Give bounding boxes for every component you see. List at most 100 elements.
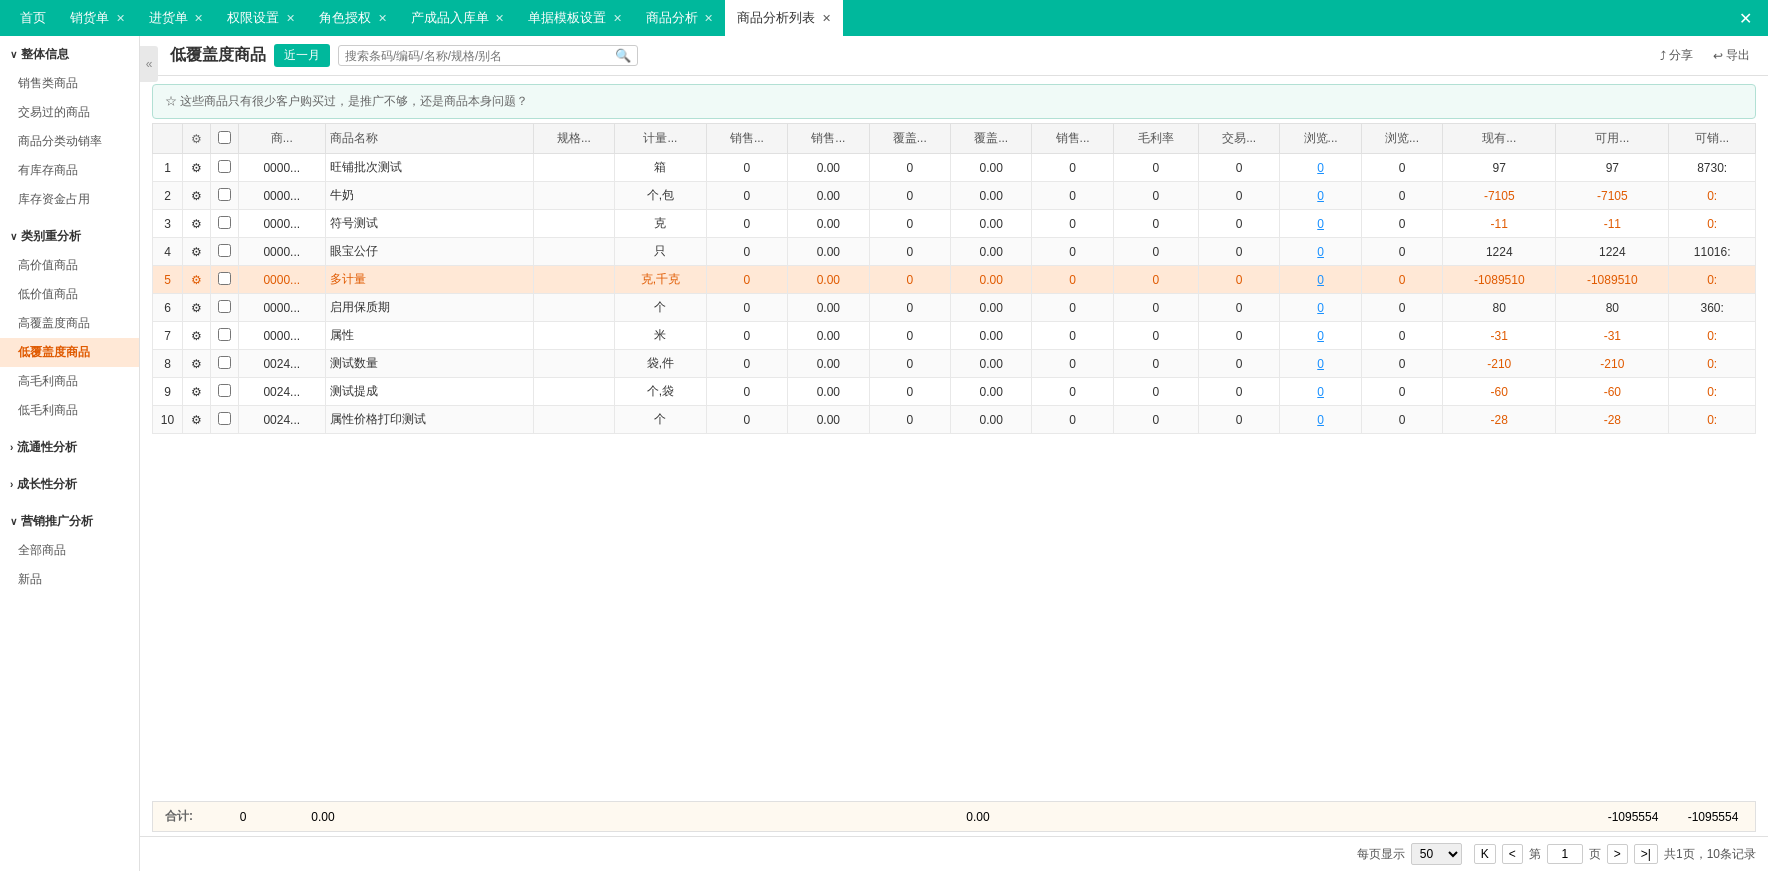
- sidebar-group-circulation[interactable]: › 流通性分析: [0, 433, 139, 462]
- nav-close-all[interactable]: ✕: [1731, 9, 1760, 28]
- nav-purchase-order-close[interactable]: ✕: [194, 12, 203, 24]
- row-checkbox[interactable]: [218, 244, 231, 257]
- last-page-button[interactable]: >|: [1634, 844, 1658, 864]
- row-checkbox[interactable]: [218, 160, 231, 173]
- export-button[interactable]: ↩ 导出: [1707, 44, 1756, 67]
- cell-checkbox[interactable]: [211, 322, 239, 350]
- table-row[interactable]: 5 ⚙ 0000... 多计量 克,千克 0 0.00 0 0.00 0 0 0…: [153, 266, 1756, 294]
- col-header-checkbox[interactable]: [211, 124, 239, 154]
- cell-settings[interactable]: ⚙: [183, 182, 211, 210]
- sidebar-item-low-value[interactable]: 低价值商品: [0, 280, 139, 309]
- browse1-link[interactable]: 0: [1317, 189, 1324, 203]
- nav-product-analysis-close[interactable]: ✕: [704, 12, 713, 24]
- cell-browse1[interactable]: 0: [1280, 350, 1361, 378]
- sidebar-item-sales-products[interactable]: 销售类商品: [0, 69, 139, 98]
- cell-checkbox[interactable]: [211, 210, 239, 238]
- cell-settings[interactable]: ⚙: [183, 154, 211, 182]
- browse1-link[interactable]: 0: [1317, 245, 1324, 259]
- nav-product-analysis-list[interactable]: 商品分析列表 ✕: [725, 0, 843, 36]
- time-filter-button[interactable]: 近一月: [274, 44, 330, 67]
- cell-browse1[interactable]: 0: [1280, 182, 1361, 210]
- browse1-link[interactable]: 0: [1317, 357, 1324, 371]
- nav-permissions[interactable]: 权限设置 ✕: [215, 0, 307, 36]
- cell-settings[interactable]: ⚙: [183, 294, 211, 322]
- nav-product-storage-close[interactable]: ✕: [495, 12, 504, 24]
- nav-product-analysis[interactable]: 商品分析 ✕: [634, 0, 726, 36]
- settings-icon[interactable]: ⚙: [191, 132, 202, 146]
- cell-settings[interactable]: ⚙: [183, 378, 211, 406]
- sidebar-item-in-stock[interactable]: 有库存商品: [0, 156, 139, 185]
- sidebar-group-growth[interactable]: › 成长性分析: [0, 470, 139, 499]
- nav-template-settings[interactable]: 单据模板设置 ✕: [516, 0, 634, 36]
- browse1-link[interactable]: 0: [1317, 301, 1324, 315]
- nav-product-storage[interactable]: 产成品入库单 ✕: [399, 0, 517, 36]
- row-settings-icon[interactable]: ⚙: [191, 357, 202, 371]
- share-button[interactable]: ⤴ 分享: [1654, 44, 1699, 67]
- nav-permissions-close[interactable]: ✕: [286, 12, 295, 24]
- table-row[interactable]: 3 ⚙ 0000... 符号测试 克 0 0.00 0 0.00 0 0 0 0…: [153, 210, 1756, 238]
- table-row[interactable]: 1 ⚙ 0000... 旺铺批次测试 箱 0 0.00 0 0.00 0 0 0…: [153, 154, 1756, 182]
- cell-checkbox[interactable]: [211, 154, 239, 182]
- cell-browse1[interactable]: 0: [1280, 266, 1361, 294]
- browse1-link[interactable]: 0: [1317, 413, 1324, 427]
- row-checkbox[interactable]: [218, 188, 231, 201]
- nav-role-auth-close[interactable]: ✕: [378, 12, 387, 24]
- cell-settings[interactable]: ⚙: [183, 210, 211, 238]
- select-all-checkbox[interactable]: [218, 131, 231, 144]
- sidebar-collapse-button[interactable]: «: [140, 46, 158, 82]
- row-settings-icon[interactable]: ⚙: [191, 161, 202, 175]
- cell-checkbox[interactable]: [211, 238, 239, 266]
- cell-checkbox[interactable]: [211, 294, 239, 322]
- row-checkbox[interactable]: [218, 328, 231, 341]
- row-settings-icon[interactable]: ⚙: [191, 189, 202, 203]
- row-checkbox[interactable]: [218, 384, 231, 397]
- row-settings-icon[interactable]: ⚙: [191, 273, 202, 287]
- search-input[interactable]: [345, 49, 615, 63]
- cell-checkbox[interactable]: [211, 266, 239, 294]
- cell-browse1[interactable]: 0: [1280, 406, 1361, 434]
- row-settings-icon[interactable]: ⚙: [191, 413, 202, 427]
- cell-browse1[interactable]: 0: [1280, 238, 1361, 266]
- browse1-link[interactable]: 0: [1317, 161, 1324, 175]
- cell-settings[interactable]: ⚙: [183, 266, 211, 294]
- sidebar-group-category[interactable]: ∨ 类别重分析: [0, 222, 139, 251]
- nav-purchase-order[interactable]: 进货单 ✕: [137, 0, 216, 36]
- sidebar-item-new-products[interactable]: 新品: [0, 565, 139, 594]
- nav-sales-order[interactable]: 销货单 ✕: [58, 0, 137, 36]
- row-checkbox[interactable]: [218, 412, 231, 425]
- row-checkbox[interactable]: [218, 356, 231, 369]
- row-checkbox[interactable]: [218, 272, 231, 285]
- sidebar-item-high-margin[interactable]: 高毛利商品: [0, 367, 139, 396]
- first-page-button[interactable]: K: [1474, 844, 1496, 864]
- table-row[interactable]: 7 ⚙ 0000... 属性 米 0 0.00 0 0.00 0 0 0 0 0…: [153, 322, 1756, 350]
- row-settings-icon[interactable]: ⚙: [191, 245, 202, 259]
- table-row[interactable]: 6 ⚙ 0000... 启用保质期 个 0 0.00 0 0.00 0 0 0 …: [153, 294, 1756, 322]
- sidebar-item-low-coverage[interactable]: 低覆盖度商品: [0, 338, 139, 367]
- prev-page-button[interactable]: <: [1502, 844, 1523, 864]
- cell-checkbox[interactable]: [211, 378, 239, 406]
- nav-sales-order-close[interactable]: ✕: [116, 12, 125, 24]
- sidebar-item-high-value[interactable]: 高价值商品: [0, 251, 139, 280]
- page-size-select[interactable]: 50 100 200: [1411, 843, 1462, 865]
- sidebar-group-marketing[interactable]: ∨ 营销推广分析: [0, 507, 139, 536]
- cell-browse1[interactable]: 0: [1280, 378, 1361, 406]
- browse1-link[interactable]: 0: [1317, 273, 1324, 287]
- sidebar-item-high-coverage[interactable]: 高覆盖度商品: [0, 309, 139, 338]
- sidebar-item-category-rate[interactable]: 商品分类动销率: [0, 127, 139, 156]
- nav-role-auth[interactable]: 角色授权 ✕: [307, 0, 399, 36]
- cell-checkbox[interactable]: [211, 350, 239, 378]
- table-row[interactable]: 10 ⚙ 0024... 属性价格打印测试 个 0 0.00 0 0.00 0 …: [153, 406, 1756, 434]
- cell-settings[interactable]: ⚙: [183, 350, 211, 378]
- table-container[interactable]: ⚙ 商... 商品名称 规格... 计量... 销售... 销售... 覆盖..…: [140, 123, 1768, 801]
- table-row[interactable]: 9 ⚙ 0024... 测试提成 个,袋 0 0.00 0 0.00 0 0 0…: [153, 378, 1756, 406]
- nav-product-analysis-list-close[interactable]: ✕: [822, 12, 831, 24]
- cell-browse1[interactable]: 0: [1280, 294, 1361, 322]
- col-header-settings[interactable]: ⚙: [183, 124, 211, 154]
- sidebar-group-overall[interactable]: ∨ 整体信息: [0, 40, 139, 69]
- sidebar-item-stock-capital[interactable]: 库存资金占用: [0, 185, 139, 214]
- browse1-link[interactable]: 0: [1317, 385, 1324, 399]
- table-row[interactable]: 8 ⚙ 0024... 测试数量 袋,件 0 0.00 0 0.00 0 0 0…: [153, 350, 1756, 378]
- sidebar-item-all-products[interactable]: 全部商品: [0, 536, 139, 565]
- cell-settings[interactable]: ⚙: [183, 238, 211, 266]
- nav-template-settings-close[interactable]: ✕: [613, 12, 622, 24]
